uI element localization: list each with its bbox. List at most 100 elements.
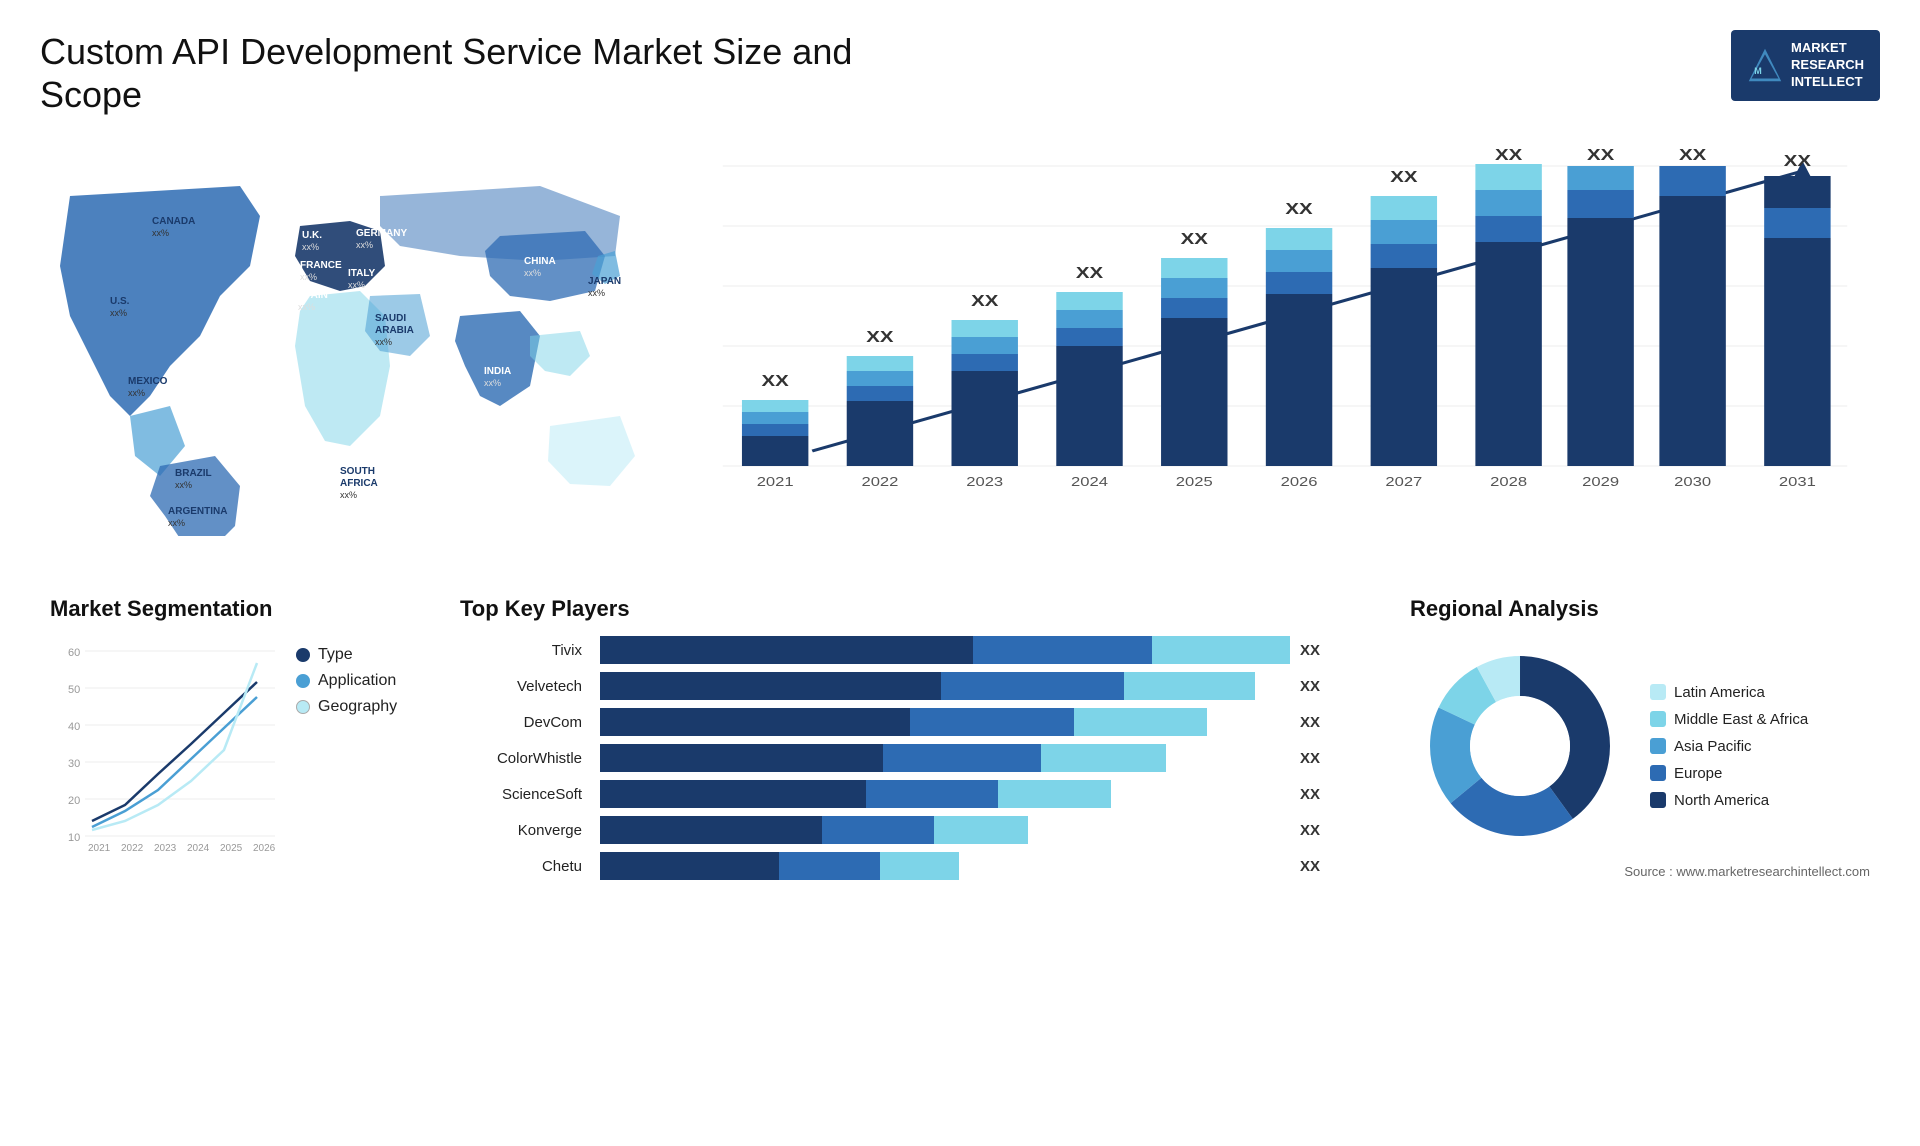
player-val-tivix: XX: [1300, 642, 1360, 659]
player-name-chetu: Chetu: [460, 858, 590, 875]
player-bar-tivix: [600, 636, 1290, 664]
bar-2024: XX 2024: [1056, 264, 1122, 490]
donut-wrap: Latin America Middle East & Africa Asia …: [1410, 636, 1870, 856]
svg-text:60: 60: [68, 647, 80, 659]
legend-ap-color: [1650, 738, 1666, 754]
svg-text:2026: 2026: [1281, 476, 1318, 490]
legend-europe: Europe: [1650, 765, 1808, 782]
legend-geo-label: Geography: [318, 698, 397, 716]
bottom-grid: Market Segmentation 60 50 40 30 20 10 20…: [40, 586, 1880, 890]
donut-chart: [1410, 636, 1630, 856]
player-name-colorwhistle: ColorWhistle: [460, 750, 590, 767]
svg-text:2025: 2025: [1176, 476, 1213, 490]
legend-type: Type: [296, 646, 397, 664]
svg-text:XX: XX: [762, 372, 790, 390]
legend-lat-label: Latin America: [1674, 684, 1765, 701]
svg-text:XX: XX: [1390, 168, 1418, 186]
svg-text:xx%: xx%: [110, 308, 127, 318]
svg-text:xx%: xx%: [340, 490, 357, 500]
world-map-svg: CANADA xx% U.S. xx% MEXICO xx% BRAZIL xx…: [40, 136, 660, 536]
player-name-tivix: Tivix: [460, 642, 590, 659]
bar-2031: XX 2031: [1764, 152, 1830, 490]
source-text: Source : www.marketresearchintellect.com: [1410, 864, 1870, 879]
player-val-devcom: XX: [1300, 714, 1360, 731]
svg-text:2025: 2025: [220, 843, 243, 854]
player-name-velvetech: Velvetech: [460, 678, 590, 695]
svg-text:CHINA: CHINA: [524, 256, 556, 267]
svg-text:2022: 2022: [861, 476, 898, 490]
svg-text:SPAIN: SPAIN: [298, 290, 328, 301]
player-val-sciencesoft: XX: [1300, 786, 1360, 803]
svg-text:xx%: xx%: [356, 240, 373, 250]
svg-text:xx%: xx%: [128, 388, 145, 398]
svg-text:BRAZIL: BRAZIL: [175, 468, 212, 479]
segmentation-title: Market Segmentation: [50, 596, 410, 622]
svg-text:xx%: xx%: [348, 280, 365, 290]
svg-text:GERMANY: GERMANY: [356, 228, 407, 239]
svg-text:2029: 2029: [1582, 476, 1619, 490]
svg-text:2031: 2031: [1779, 476, 1816, 490]
svg-text:2021: 2021: [757, 476, 794, 490]
svg-text:xx%: xx%: [588, 288, 605, 298]
player-val-konverge: XX: [1300, 822, 1360, 839]
map-section: CANADA xx% U.S. xx% MEXICO xx% BRAZIL xx…: [40, 136, 660, 556]
player-bar-colorwhistle: [600, 744, 1290, 772]
svg-text:2022: 2022: [121, 843, 144, 854]
legend-eu-label: Europe: [1674, 765, 1722, 782]
player-bar-velvetech: [600, 672, 1290, 700]
svg-text:xx%: xx%: [375, 337, 392, 347]
legend-me-label: Middle East & Africa: [1674, 711, 1808, 728]
player-name-sciencesoft: ScienceSoft: [460, 786, 590, 803]
page-title: Custom API Development Service Market Si…: [40, 30, 940, 116]
segmentation-chart: 60 50 40 30 20 10 2021 2022 2023 2024 20…: [50, 636, 280, 856]
legend-geo-dot: [296, 700, 310, 714]
svg-text:MEXICO: MEXICO: [128, 376, 168, 387]
legend-geography: Geography: [296, 698, 397, 716]
logo-icon: M: [1747, 47, 1783, 83]
svg-text:ITALY: ITALY: [348, 268, 376, 279]
svg-text:xx%: xx%: [300, 272, 317, 282]
svg-text:XX: XX: [971, 292, 999, 310]
svg-text:2023: 2023: [154, 843, 177, 854]
svg-text:xx%: xx%: [175, 480, 192, 490]
legend-latin-america: Latin America: [1650, 684, 1808, 701]
svg-text:SOUTH: SOUTH: [340, 466, 375, 477]
svg-text:SAUDI: SAUDI: [375, 313, 406, 324]
player-bar-chetu: [600, 852, 1290, 880]
svg-text:XX: XX: [866, 328, 894, 346]
players-grid: Tivix XX Velvetech XX DevCom: [460, 636, 1360, 880]
svg-text:FRANCE: FRANCE: [300, 260, 342, 271]
world-map: CANADA xx% U.S. xx% MEXICO xx% BRAZIL xx…: [40, 136, 660, 536]
bar-2021: XX 2021: [742, 372, 808, 490]
player-bar-sciencesoft: [600, 780, 1290, 808]
svg-text:2027: 2027: [1385, 476, 1422, 490]
legend-application: Application: [296, 672, 397, 690]
player-name-konverge: Konverge: [460, 822, 590, 839]
donut-legend: Latin America Middle East & Africa Asia …: [1650, 684, 1808, 809]
legend-me-color: [1650, 711, 1666, 727]
regional-section: Regional Analysis: [1400, 586, 1880, 890]
svg-text:U.K.: U.K.: [302, 230, 322, 241]
svg-text:xx%: xx%: [152, 228, 169, 238]
bar-2027: XX 2027: [1371, 168, 1437, 490]
svg-text:2030: 2030: [1674, 476, 1711, 490]
svg-text:XX: XX: [1181, 230, 1209, 248]
svg-text:2024: 2024: [187, 843, 210, 854]
bar-2022: XX 2022: [847, 328, 913, 490]
svg-text:xx%: xx%: [168, 518, 185, 528]
main-grid: CANADA xx% U.S. xx% MEXICO xx% BRAZIL xx…: [40, 136, 1880, 576]
legend-type-dot: [296, 648, 310, 662]
legend-middle-east: Middle East & Africa: [1650, 711, 1808, 728]
svg-text:M: M: [1754, 66, 1762, 76]
svg-text:XX: XX: [1679, 146, 1707, 163]
legend-na-color: [1650, 792, 1666, 808]
svg-text:INDIA: INDIA: [484, 366, 511, 377]
legend-type-label: Type: [318, 646, 353, 664]
key-players-title: Top Key Players: [460, 596, 1360, 622]
legend-asia-pacific: Asia Pacific: [1650, 738, 1808, 755]
svg-text:XX: XX: [1285, 200, 1313, 218]
key-players-section: Top Key Players Tivix XX Velvetech: [450, 586, 1370, 890]
legend-app-label: Application: [318, 672, 396, 690]
svg-text:2028: 2028: [1490, 476, 1527, 490]
svg-text:CANADA: CANADA: [152, 216, 195, 227]
